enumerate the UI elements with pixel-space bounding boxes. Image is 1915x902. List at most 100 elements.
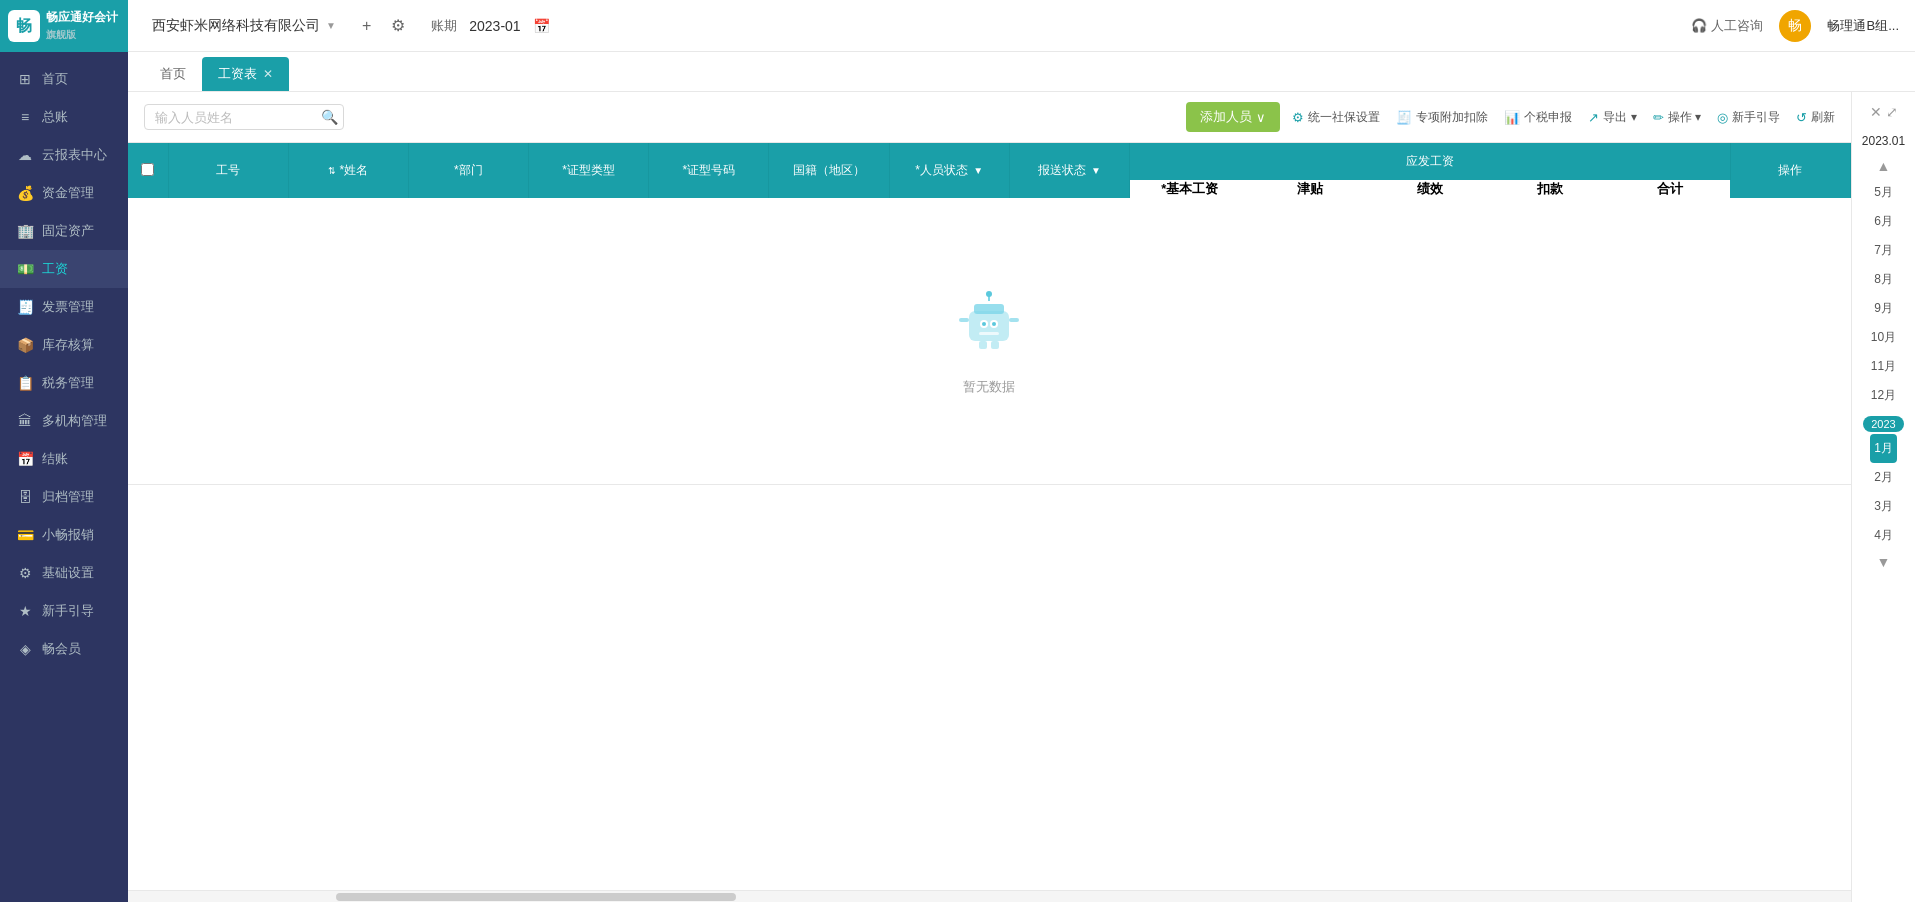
sidebar-label-tax: 税务管理 — [42, 374, 94, 392]
month-9[interactable]: 9月 — [1867, 294, 1900, 323]
svg-point-4 — [982, 322, 986, 326]
period-label: 账期 — [431, 17, 457, 35]
month-4[interactable]: 4月 — [1866, 521, 1901, 550]
month-7[interactable]: 7月 — [1867, 236, 1900, 265]
sidebar-item-cloud-report[interactable]: ☁云报表中心 — [0, 136, 128, 174]
app-logo: 畅 畅应通好会计 旗舰版 — [0, 0, 128, 52]
add-person-label: 添加人员 — [1200, 108, 1252, 126]
panel-down-arrow[interactable]: ▼ — [1873, 550, 1895, 574]
user-name[interactable]: 畅理通B组... — [1827, 17, 1899, 35]
fund-nav-icon: 💰 — [16, 185, 34, 201]
sidebar-nav: ⊞首页≡总账☁云报表中心 💰 资金管理 🏢 固定资产 💵工资🧾发票管理📦库存核算📋税务管理… — [0, 52, 128, 902]
toolbar-action-personal-tax[interactable]: 📊个税申报 — [1504, 109, 1572, 126]
month-2[interactable]: 2月 — [1866, 463, 1901, 492]
human-service-button[interactable]: 🎧 人工咨询 — [1691, 17, 1763, 35]
select-all-checkbox[interactable] — [141, 163, 154, 176]
panel-close-icon[interactable]: ✕ — [1870, 104, 1882, 120]
month-12[interactable]: 12月 — [1867, 381, 1900, 410]
add-person-button[interactable]: 添加人员 ∨ — [1186, 102, 1280, 132]
calendar-icon[interactable]: 📅 — [533, 18, 550, 34]
sidebar-item-tax[interactable]: 📋税务管理 — [0, 364, 128, 402]
ledger-nav-icon: ≡ — [16, 109, 34, 125]
empty-state-icon — [949, 286, 1029, 366]
sidebar-item-inventory[interactable]: 📦库存核算 — [0, 326, 128, 364]
svg-rect-7 — [959, 318, 969, 322]
logo-icon: 畅 — [8, 10, 40, 42]
col-reportstatus: 报送状态 ▼ — [1009, 143, 1129, 198]
company-selector[interactable]: 西安虾米网络科技有限公司 ▼ — [144, 13, 344, 39]
expense-nav-icon: 💳 — [16, 527, 34, 543]
col-name: ⇅ *姓名 — [288, 143, 408, 198]
sidebar-label-invoice: 发票管理 — [42, 298, 94, 316]
operations-label: 操作 ▾ — [1668, 109, 1701, 126]
search-input[interactable] — [155, 110, 315, 125]
human-service-label: 人工咨询 — [1711, 17, 1763, 35]
empty-text: 暂无数据 — [963, 378, 1015, 396]
salary-table: 工号 ⇅ *姓名 *部门 *证型类型 *证型号码 国籍（地区） *人员状态 ▼ — [128, 143, 1851, 485]
col-name-sort-icon: ⇅ — [328, 166, 336, 176]
tab-home[interactable]: 首页 — [144, 57, 202, 91]
col-dept: *部门 — [408, 143, 528, 198]
svg-point-5 — [992, 322, 996, 326]
month-3[interactable]: 3月 — [1866, 492, 1901, 521]
tab-salary-close-icon[interactable]: ✕ — [263, 67, 273, 81]
sidebar-item-settings[interactable]: ⚙基础设置 — [0, 554, 128, 592]
tab-salary[interactable]: 工资表 ✕ — [202, 57, 289, 91]
search-icon[interactable]: 🔍 — [321, 109, 338, 125]
toolbar-action-social-security[interactable]: ⚙统一社保设置 — [1292, 109, 1380, 126]
col-operations: 操作 — [1730, 143, 1850, 198]
month-6[interactable]: 6月 — [1867, 207, 1900, 236]
empty-state-cell: 暂无数据 — [128, 198, 1851, 485]
toolbar-actions: ⚙统一社保设置 🧾专项附加扣除 📊个税申报 ↗导出 ▾ ✏操作 ▾ ◎新手引导 ↺刷新 — [1292, 109, 1835, 126]
sidebar-label-fixed-assets: 固定资产 — [42, 222, 94, 240]
toolbar-action-export[interactable]: ↗导出 ▾ — [1588, 109, 1636, 126]
sidebar-item-salary[interactable]: 💵工资 — [0, 250, 128, 288]
svg-rect-9 — [979, 341, 987, 349]
toolbar-action-operations[interactable]: ✏操作 ▾ — [1653, 109, 1701, 126]
sidebar-item-fixed-assets[interactable]: 🏢 固定资产 — [0, 212, 128, 250]
sidebar-item-ledger[interactable]: ≡总账 — [0, 98, 128, 136]
col-empstatus: *人员状态 ▼ — [889, 143, 1009, 198]
sidebar-item-fund[interactable]: 💰 资金管理 — [0, 174, 128, 212]
personal-tax-label: 个税申报 — [1524, 109, 1572, 126]
main-area: 西安虾米网络科技有限公司 ▼ + ⚙ 账期 2023-01 📅 🎧 人工咨询 畅… — [128, 0, 1915, 902]
sidebar-item-expense[interactable]: 💳小畅报销 — [0, 516, 128, 554]
svg-rect-6 — [979, 332, 999, 335]
special-deduct-label: 专项附加扣除 — [1416, 109, 1488, 126]
add-company-button[interactable]: + — [356, 13, 377, 39]
sidebar-item-multi-org[interactable]: 🏛多机构管理 — [0, 402, 128, 440]
col-salary-group: 应发工资 — [1129, 143, 1730, 180]
month-8[interactable]: 8月 — [1867, 265, 1900, 294]
sidebar-item-close[interactable]: 📅结账 — [0, 440, 128, 478]
reportstatus-filter-icon[interactable]: ▼ — [1091, 165, 1101, 176]
sidebar-item-home[interactable]: ⊞首页 — [0, 60, 128, 98]
sidebar-item-archive[interactable]: 🗄归档管理 — [0, 478, 128, 516]
toolbar-action-refresh[interactable]: ↺刷新 — [1796, 109, 1835, 126]
sidebar-item-guide[interactable]: ★新手引导 — [0, 592, 128, 630]
month-1[interactable]: 1月 — [1870, 434, 1897, 463]
toolbar: 🔍 添加人员 ∨ ⚙统一社保设置 🧾专项附加扣除 📊个税申报 ↗导出 ▾ ✏操作 ▾ ◎新… — [128, 92, 1851, 143]
new-guide-label: 新手引导 — [1732, 109, 1780, 126]
month-10[interactable]: 10月 — [1867, 323, 1900, 352]
sidebar-label-close: 结账 — [42, 450, 68, 468]
month-11[interactable]: 11月 — [1867, 352, 1900, 381]
sidebar-item-invoice[interactable]: 🧾发票管理 — [0, 288, 128, 326]
table-scrollbar[interactable] — [128, 890, 1851, 902]
sidebar-item-member[interactable]: ◈畅会员 — [0, 630, 128, 668]
user-avatar[interactable]: 畅 — [1779, 10, 1811, 42]
panel-expand-icon[interactable]: ⤢ — [1886, 104, 1898, 120]
refresh-icon: ↺ — [1796, 110, 1807, 125]
fixed-assets-nav-icon: 🏢 — [16, 223, 34, 239]
toolbar-action-new-guide[interactable]: ◎新手引导 — [1717, 109, 1780, 126]
month-5[interactable]: 5月 — [1867, 178, 1900, 207]
table-body: 暂无数据 — [128, 198, 1851, 485]
toolbar-action-special-deduct[interactable]: 🧾专项附加扣除 — [1396, 109, 1488, 126]
panel-up-arrow[interactable]: ▲ — [1873, 154, 1895, 178]
multi-org-nav-icon: 🏛 — [16, 413, 34, 429]
svg-point-12 — [986, 291, 992, 297]
empstatus-filter-icon[interactable]: ▼ — [973, 165, 983, 176]
scroll-thumb[interactable] — [336, 893, 736, 901]
settings-button[interactable]: ⚙ — [385, 12, 411, 39]
company-name: 西安虾米网络科技有限公司 — [152, 17, 320, 35]
sidebar-label-fund: 资金管理 — [42, 184, 94, 202]
